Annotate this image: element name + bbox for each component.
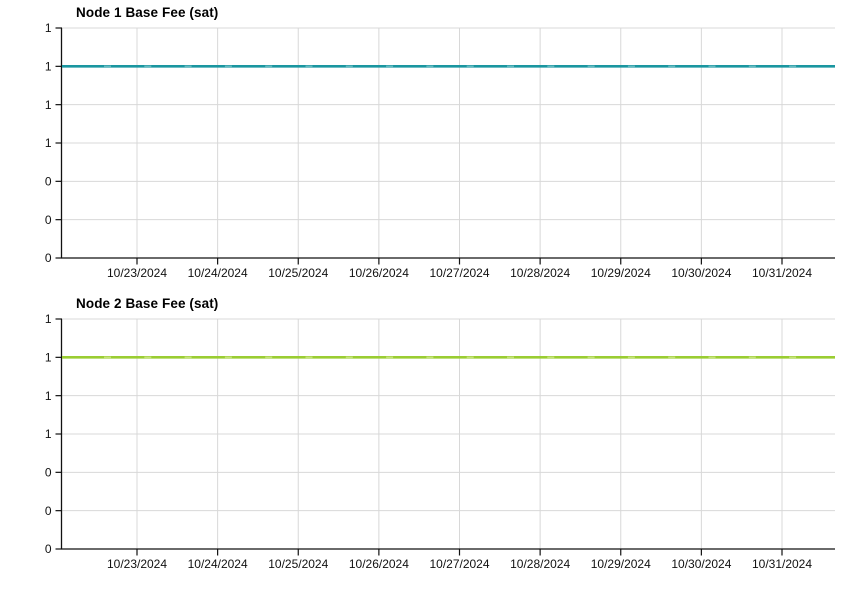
data-point-marker <box>748 356 756 359</box>
data-point-marker <box>789 65 797 68</box>
data-point-marker <box>345 65 353 68</box>
data-point-marker <box>708 356 716 359</box>
data-point-marker <box>345 356 353 359</box>
x-axis-tick-label: 10/31/2024 <box>752 266 812 280</box>
data-point-marker <box>708 65 716 68</box>
data-point-marker <box>507 356 514 359</box>
y-axis-tick-label: 1 <box>45 136 52 150</box>
y-axis-tick-label: 0 <box>45 466 52 480</box>
x-axis-tick-label: 10/29/2024 <box>591 557 651 571</box>
data-point-marker <box>466 356 474 359</box>
data-point-marker <box>668 65 676 68</box>
data-point-marker <box>265 65 273 68</box>
data-point-marker <box>748 65 756 68</box>
data-point-marker <box>426 356 434 359</box>
data-point-marker <box>627 356 635 359</box>
y-axis-tick-label: 1 <box>45 98 52 112</box>
data-point-marker <box>104 65 111 68</box>
data-point-marker <box>224 65 232 68</box>
data-point-marker <box>386 356 394 359</box>
x-axis-tick-label: 10/28/2024 <box>510 266 570 280</box>
x-axis-tick-label: 10/30/2024 <box>671 557 731 571</box>
data-point-marker <box>547 65 555 68</box>
x-axis-tick-label: 10/27/2024 <box>429 266 489 280</box>
data-point-marker <box>386 65 394 68</box>
x-axis-tick-label: 10/24/2024 <box>188 557 248 571</box>
data-point-marker <box>184 356 192 359</box>
data-point-marker <box>224 356 232 359</box>
data-point-marker <box>789 356 797 359</box>
data-point-marker <box>144 65 152 68</box>
data-point-marker <box>507 65 514 68</box>
data-point-marker <box>104 356 111 359</box>
y-axis-tick-label: 1 <box>45 60 52 74</box>
y-axis-tick-label: 0 <box>45 251 52 265</box>
data-point-marker <box>627 65 635 68</box>
data-point-marker <box>305 65 313 68</box>
x-axis-tick-label: 10/30/2024 <box>671 266 731 280</box>
x-axis-tick-label: 10/23/2024 <box>107 557 167 571</box>
chart-node2-base-fee: Node 2 Base Fee (sat) 1 1 1 1 0 0 0 10/23/2024 1… <box>0 291 860 581</box>
y-axis-tick-label: 1 <box>45 351 52 365</box>
y-axis-tick-label: 1 <box>45 389 52 403</box>
y-axis-tick-label: 1 <box>45 427 52 441</box>
chart-node1-base-fee: Node 1 Base Fee (sat) 1 1 1 1 0 0 0 10/23/2024 1… <box>0 0 860 290</box>
data-point-marker <box>305 356 313 359</box>
data-point-marker <box>668 356 676 359</box>
y-axis-tick-label: 0 <box>45 213 52 227</box>
data-point-marker <box>547 356 555 359</box>
x-axis-tick-label: 10/26/2024 <box>349 557 409 571</box>
x-axis-tick-label: 10/28/2024 <box>510 557 570 571</box>
chart-plot-node2: 1 1 1 1 0 0 0 10/23/2024 10/24/2024 10/25/2024 10/… <box>45 312 835 571</box>
y-axis-tick-label: 1 <box>45 21 52 35</box>
data-point-marker <box>184 65 192 68</box>
data-point-marker <box>587 356 595 359</box>
data-point-marker <box>265 356 273 359</box>
y-axis-tick-label: 0 <box>45 542 52 556</box>
dashboard-charts-page: Node 1 Base Fee (sat) 1 1 1 1 0 0 0 10/23/2024 1… <box>0 0 860 600</box>
x-axis-tick-label: 10/25/2024 <box>268 557 328 571</box>
x-axis-tick-label: 10/23/2024 <box>107 266 167 280</box>
y-axis-tick-label: 1 <box>45 312 52 326</box>
x-axis-tick-label: 10/26/2024 <box>349 266 409 280</box>
chart-plot-node1: 1 1 1 1 0 0 0 10/23/2024 10/24/2024 10/25/2024 10/… <box>45 21 835 280</box>
y-axis-tick-label: 0 <box>45 175 52 189</box>
x-axis-tick-label: 10/27/2024 <box>429 557 489 571</box>
x-axis-tick-label: 10/24/2024 <box>188 266 248 280</box>
data-point-marker <box>144 356 152 359</box>
data-point-marker <box>587 65 595 68</box>
x-axis-tick-label: 10/31/2024 <box>752 557 812 571</box>
data-point-marker <box>466 65 474 68</box>
y-axis-tick-label: 0 <box>45 504 52 518</box>
x-axis-tick-label: 10/29/2024 <box>591 266 651 280</box>
data-point-marker <box>426 65 434 68</box>
x-axis-tick-label: 10/25/2024 <box>268 266 328 280</box>
